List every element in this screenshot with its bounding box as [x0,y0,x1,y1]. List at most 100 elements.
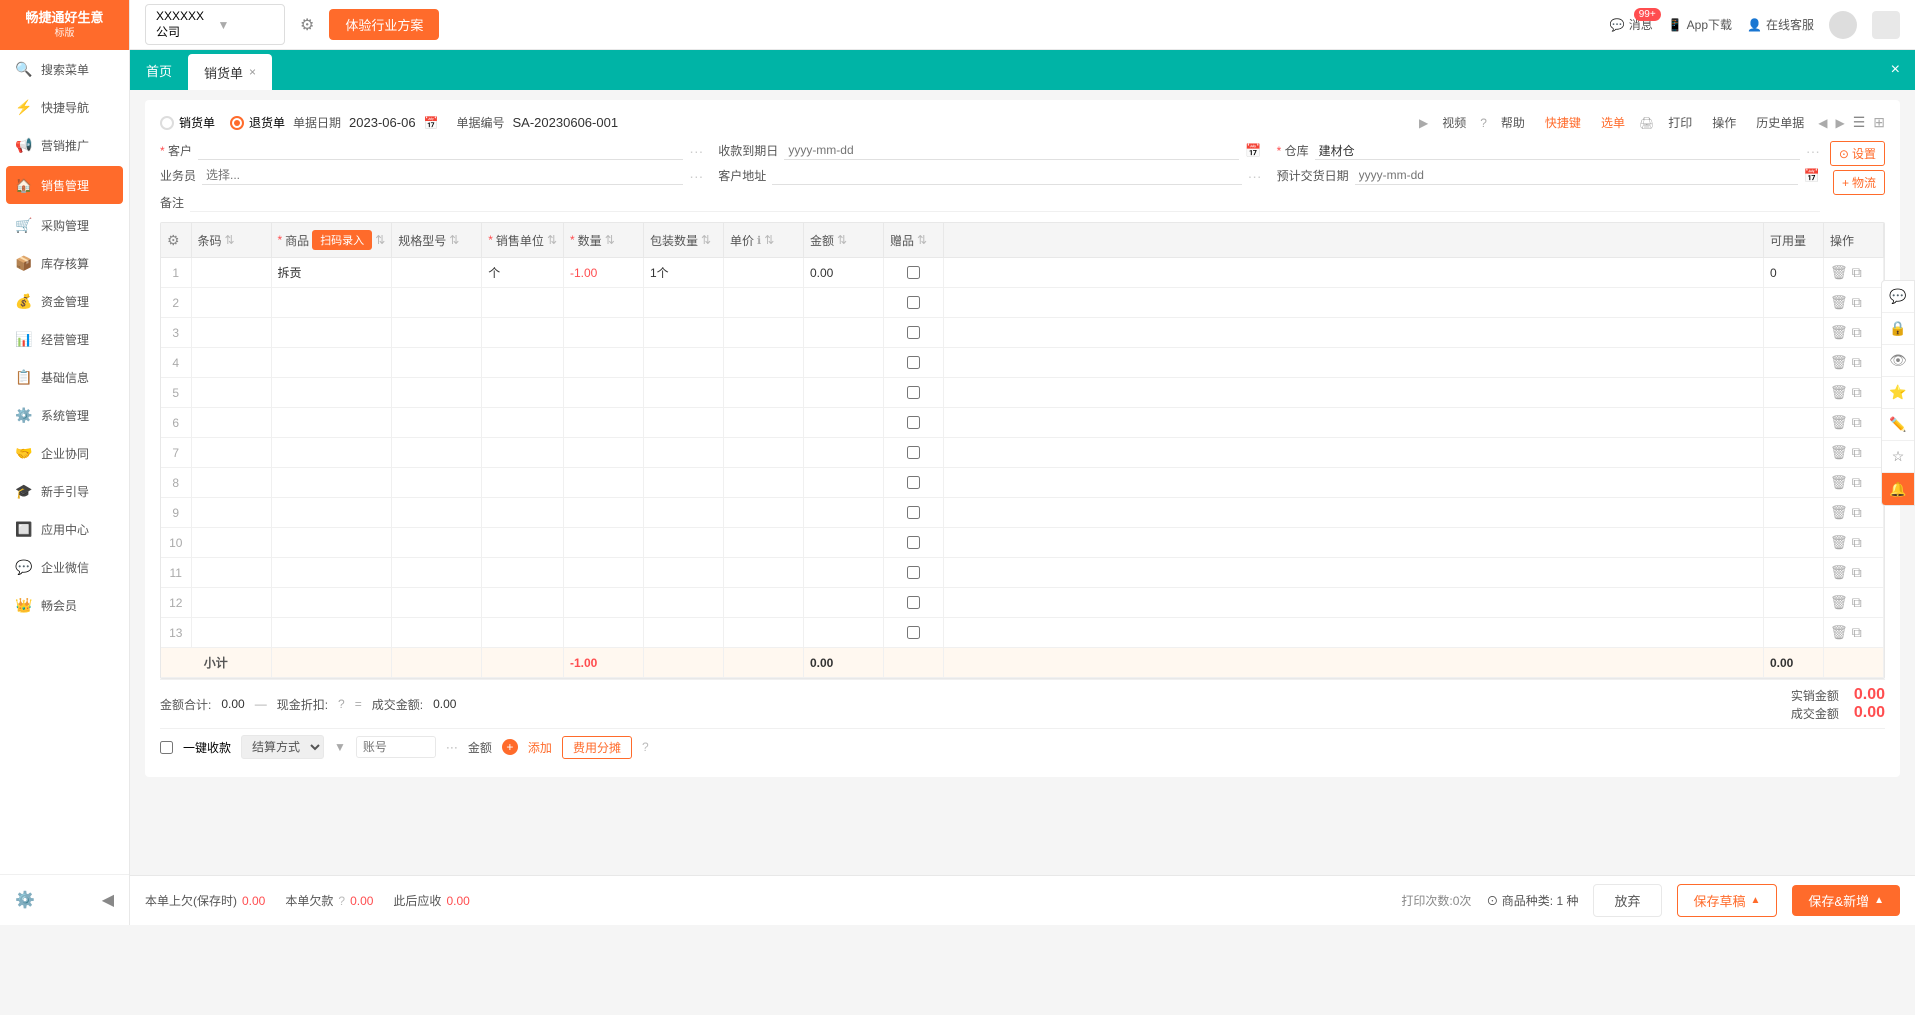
sidebar-item-system[interactable]: ⚙️ 系统管理 [0,396,129,434]
row-spec[interactable] [392,378,482,408]
cash-discount-info-icon[interactable]: ? [338,697,345,711]
price-info-icon[interactable]: ℹ [757,234,761,247]
nav-next-icon[interactable]: ▶ [1835,116,1844,130]
row-price[interactable] [724,588,804,618]
row-copy-icon[interactable]: ⧉ [1852,324,1862,341]
row-barcode[interactable] [191,438,271,468]
settings-button[interactable]: ⊙ 设置 [1830,141,1885,166]
address-dots-icon[interactable]: ··· [1248,168,1262,184]
float-btn-6[interactable]: ☆ [1882,441,1914,473]
toolbar-select[interactable]: 选单 [1595,112,1631,133]
row-remark[interactable] [944,618,1764,648]
gift-checkbox[interactable] [907,596,920,609]
sidebar-item-marketing[interactable]: 📢 营销推广 [0,126,129,164]
unit-sort-icon[interactable]: ⇅ [547,233,557,247]
row-copy-icon[interactable]: ⧉ [1852,504,1862,521]
row-spec[interactable] [392,498,482,528]
row-delete-icon[interactable]: 🗑 [1830,294,1848,311]
row-goods[interactable] [271,468,392,498]
row-goods[interactable] [271,498,392,528]
logistics-button[interactable]: + 物流 [1833,170,1885,195]
row-qty[interactable] [564,378,644,408]
view-list-icon[interactable]: ☰ [1853,114,1866,131]
sidebar-collapse-icon[interactable]: ◀ [102,890,114,910]
row-copy-icon[interactable]: ⧉ [1852,294,1862,311]
row-barcode[interactable] [191,468,271,498]
row-copy-icon[interactable]: ⧉ [1852,354,1862,371]
message-button[interactable]: 💬 消息 99+ [1610,16,1653,33]
row-delete-icon[interactable]: 🗑 [1830,264,1848,281]
barcode-cell-input[interactable] [198,326,265,340]
delivery-date-input[interactable] [1355,166,1798,185]
row-price[interactable] [724,258,804,288]
warehouse-input[interactable] [1315,141,1800,160]
barcode-cell-input[interactable] [198,296,265,310]
gift-checkbox[interactable] [907,566,920,579]
barcode-cell-input[interactable] [198,506,265,520]
sidebar-item-operations[interactable]: 📊 经营管理 [0,320,129,358]
sidebar-item-appcenter[interactable]: 🔲 应用中心 [0,510,129,548]
customer-dots-icon[interactable]: ··· [689,143,703,159]
row-spec[interactable] [392,348,482,378]
row-barcode[interactable] [191,528,271,558]
abandon-button[interactable]: 放弃 [1593,884,1661,917]
sidebar-item-guide[interactable]: 🎓 新手引导 [0,472,129,510]
row-spec[interactable] [392,288,482,318]
row-remark[interactable] [944,348,1764,378]
row-remark[interactable] [944,498,1764,528]
row-copy-icon[interactable]: ⧉ [1852,474,1862,491]
barcode-cell-input[interactable] [198,416,265,430]
row-qty[interactable] [564,558,644,588]
row-copy-icon[interactable]: ⧉ [1852,564,1862,581]
gift-checkbox[interactable] [907,416,920,429]
row-delete-icon[interactable]: 🗑 [1830,414,1848,431]
barcode-sort-icon[interactable]: ⇅ [225,233,235,247]
row-goods[interactable] [271,558,392,588]
row-spec[interactable] [392,558,482,588]
barcode-cell-input[interactable] [198,626,265,640]
row-qty[interactable] [564,318,644,348]
row-spec[interactable] [392,468,482,498]
row-goods[interactable] [271,528,392,558]
sidebar-item-inventory[interactable]: 📦 库存核算 [0,244,129,282]
row-goods[interactable] [271,588,392,618]
row-qty[interactable] [564,588,644,618]
row-delete-icon[interactable]: 🗑 [1830,534,1848,551]
goods-sort-icon[interactable]: ⇅ [375,233,385,247]
warehouse-dots-icon[interactable]: ··· [1806,143,1820,159]
barcode-cell-input[interactable] [198,386,265,400]
barcode-cell-input[interactable] [198,476,265,490]
row-remark[interactable] [944,528,1764,558]
table-settings-icon[interactable]: ⚙ [167,232,180,248]
row-spec[interactable] [392,528,482,558]
row-goods[interactable] [271,348,392,378]
row-delete-icon[interactable]: 🗑 [1830,384,1848,401]
row-copy-icon[interactable]: ⧉ [1852,384,1862,401]
expense-button[interactable]: 费用分摊 [562,736,632,759]
receive-date-cal-icon[interactable]: 📅 [1245,143,1261,159]
row-barcode[interactable] [191,408,271,438]
row-copy-icon[interactable]: ⧉ [1852,414,1862,431]
row-barcode[interactable] [191,258,271,288]
remarks-input[interactable] [190,193,1820,212]
tab-close-icon[interactable]: × [249,65,256,79]
sidebar-item-enterprise[interactable]: 🤝 企业协同 [0,434,129,472]
price-sort-icon[interactable]: ⇅ [764,233,774,247]
nav-prev-icon[interactable]: ◀ [1818,116,1827,130]
row-price[interactable] [724,348,804,378]
toolbar-operation[interactable]: 操作 [1706,112,1742,133]
sidebar-item-member[interactable]: 👑 畅会员 [0,586,129,624]
row-price[interactable] [724,528,804,558]
save-draft-button[interactable]: 保存草稿 ▲ [1677,884,1778,917]
gift-checkbox[interactable] [907,626,920,639]
row-spec[interactable] [392,618,482,648]
row-remark[interactable] [944,558,1764,588]
row-qty[interactable] [564,498,644,528]
row-delete-icon[interactable]: 🗑 [1830,324,1848,341]
account-dots-icon[interactable]: ··· [446,740,458,754]
row-copy-icon[interactable]: ⧉ [1852,624,1862,641]
toolbar-history[interactable]: 历史单据 [1750,112,1810,133]
sidebar-item-search[interactable]: 🔍 搜索菜单 [0,50,129,88]
row-delete-icon[interactable]: 🗑 [1830,444,1848,461]
company-selector[interactable]: XXXXXX公司 ▼ [145,4,285,45]
